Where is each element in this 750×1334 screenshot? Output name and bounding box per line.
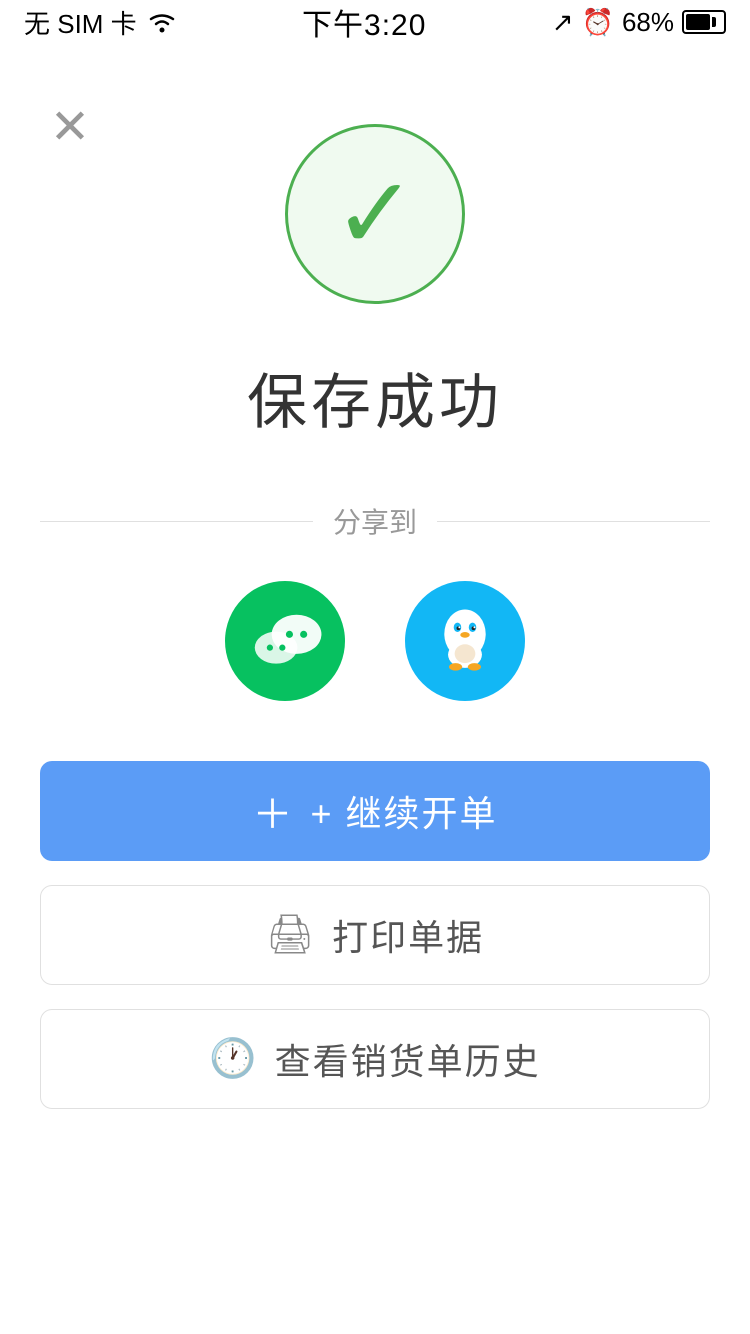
battery-percentage: 68% — [622, 7, 674, 38]
plus-icon: ＋ — [252, 782, 294, 840]
share-label: 分享到 — [333, 501, 417, 541]
clock-icon: 🕐 — [209, 1037, 258, 1081]
location-icon: ↗ — [552, 7, 574, 38]
status-left: 无 SIM 卡 — [24, 4, 177, 41]
status-bar: 无 SIM 卡 下午3:20 ↗ ⏰ 68% — [0, 0, 750, 44]
share-section: 分享到 — [0, 501, 750, 701]
print-label: 打印单据 — [332, 909, 484, 961]
qq-logo — [430, 601, 500, 681]
divider-right — [437, 521, 710, 522]
buttons-section: ＋ + 继续开单 🖨 打印单据 🕐 查看销货单历史 — [0, 761, 750, 1109]
printer-icon: 🖨 — [266, 913, 316, 957]
continue-label: + 继续开单 — [310, 785, 497, 837]
continue-button[interactable]: ＋ + 继续开单 — [40, 761, 710, 861]
battery-icon — [682, 10, 726, 34]
checkmark-icon: ✓ — [333, 164, 417, 264]
wifi-icon — [147, 11, 177, 33]
status-time: 下午3:20 — [302, 0, 426, 44]
close-button[interactable]: ✕ — [40, 98, 100, 158]
carrier-text: 无 SIM 卡 — [24, 4, 137, 41]
close-icon: ✕ — [50, 104, 90, 152]
success-indicator: ✓ — [285, 124, 465, 304]
share-icons — [225, 581, 525, 701]
share-divider: 分享到 — [0, 501, 750, 541]
history-button[interactable]: 🕐 查看销货单历史 — [40, 1009, 710, 1109]
qq-share-button[interactable] — [405, 581, 525, 701]
wechat-logo — [245, 606, 325, 676]
main-content: ✕ ✓ 保存成功 分享到 — [0, 44, 750, 1334]
success-title: 保存成功 — [247, 354, 503, 441]
status-right: ↗ ⏰ 68% — [552, 7, 726, 38]
divider-left — [40, 521, 313, 522]
alarm-icon: ⏰ — [582, 7, 614, 38]
wechat-share-button[interactable] — [225, 581, 345, 701]
print-button[interactable]: 🖨 打印单据 — [40, 885, 710, 985]
history-label: 查看销货单历史 — [275, 1033, 541, 1085]
